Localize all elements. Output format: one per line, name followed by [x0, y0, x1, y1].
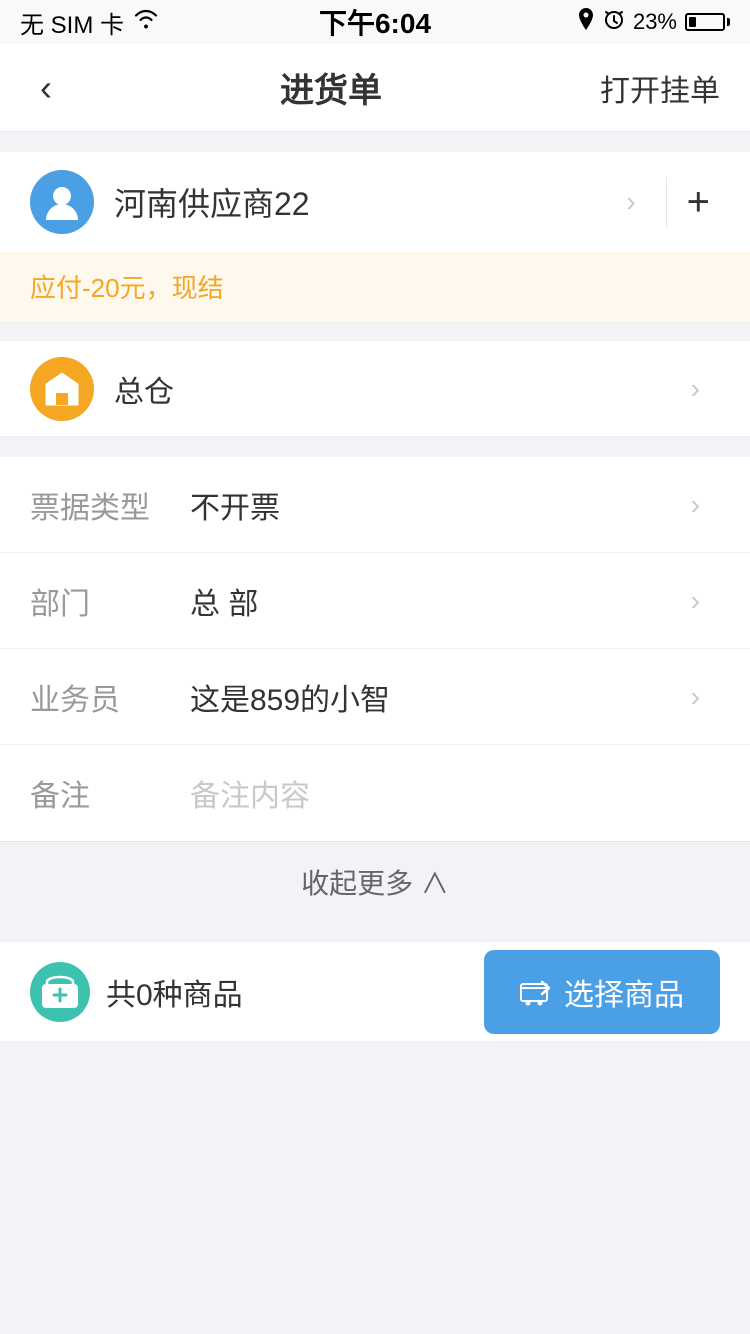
salesperson-label: 业务员: [30, 675, 190, 719]
invoice-type-value: 不开票: [190, 483, 691, 527]
remark-label: 备注: [30, 771, 190, 815]
page-title: 进货单: [280, 63, 382, 112]
section-divider-3: [0, 437, 750, 457]
collapse-label: 收起更多 ∧: [301, 862, 449, 902]
status-right: 23%: [577, 8, 730, 36]
invoice-chevron-icon: ›: [691, 489, 700, 521]
product-icon-wrap: [30, 962, 90, 1022]
supplier-name: 河南供应商22: [114, 179, 626, 225]
supplier-chevron-icon: ›: [626, 186, 635, 218]
nav-bar: ‹ 进货单 打开挂单: [0, 44, 750, 132]
department-row[interactable]: 部门 总 部 ›: [0, 553, 750, 649]
back-button[interactable]: ‹: [30, 57, 62, 119]
invoice-type-row[interactable]: 票据类型 不开票 ›: [0, 457, 750, 553]
main-content: 河南供应商22 › + 应付-20元，现结 总仓 › 票据类型: [0, 132, 750, 1041]
form-section: 票据类型 不开票 › 部门 总 部 › 业务员 这是859的小智 › 备注 备注…: [0, 457, 750, 841]
supplier-section: 河南供应商22 › + 应付-20元，现结: [0, 152, 750, 321]
status-left: 无 SIM 卡: [20, 5, 160, 40]
select-product-button[interactable]: 选择商品: [484, 950, 720, 1034]
warehouse-icon-wrap: [30, 357, 94, 421]
department-label: 部门: [30, 579, 190, 623]
cart-icon: [520, 978, 552, 1006]
supplier-row[interactable]: 河南供应商22 › +: [0, 152, 750, 252]
collapse-button[interactable]: 收起更多 ∧: [0, 841, 750, 921]
location-icon: [577, 8, 595, 36]
status-bar: 无 SIM 卡 下午6:04 23%: [0, 0, 750, 44]
open-pending-button[interactable]: 打开挂单: [600, 66, 720, 110]
supplier-divider: [666, 177, 667, 227]
warehouse-row[interactable]: 总仓 ›: [0, 341, 750, 437]
status-time: 下午6:04: [319, 2, 431, 42]
section-divider-4: [0, 921, 750, 941]
supplier-avatar: [30, 170, 94, 234]
battery-icon: [685, 13, 730, 31]
salesperson-row[interactable]: 业务员 这是859的小智 ›: [0, 649, 750, 745]
product-icon: [41, 975, 79, 1009]
department-chevron-icon: ›: [691, 585, 700, 617]
section-divider-1: [0, 132, 750, 152]
remark-value[interactable]: 备注内容: [190, 771, 720, 815]
product-count: 共0种商品: [106, 970, 484, 1014]
warehouse-name: 总仓: [114, 367, 691, 411]
remark-row[interactable]: 备注 备注内容: [0, 745, 750, 841]
warehouse-chevron-icon: ›: [691, 373, 700, 405]
warehouse-icon: [43, 371, 81, 407]
battery-percent: 23%: [633, 9, 677, 35]
salesperson-chevron-icon: ›: [691, 681, 700, 713]
warehouse-section: 总仓 ›: [0, 341, 750, 437]
department-value: 总 部: [190, 579, 691, 623]
carrier-text: 无 SIM 卡: [20, 5, 124, 40]
invoice-type-label: 票据类型: [30, 483, 190, 527]
salesperson-value: 这是859的小智: [190, 675, 691, 719]
bottom-bar: 共0种商品 选择商品: [0, 941, 750, 1041]
section-divider-2: [0, 321, 750, 341]
select-product-label: 选择商品: [564, 970, 684, 1014]
add-supplier-button[interactable]: +: [677, 170, 720, 235]
alarm-icon: [603, 8, 625, 36]
supplier-notice: 应付-20元，现结: [0, 252, 750, 321]
wifi-icon: [132, 8, 160, 37]
person-icon: [42, 182, 82, 222]
